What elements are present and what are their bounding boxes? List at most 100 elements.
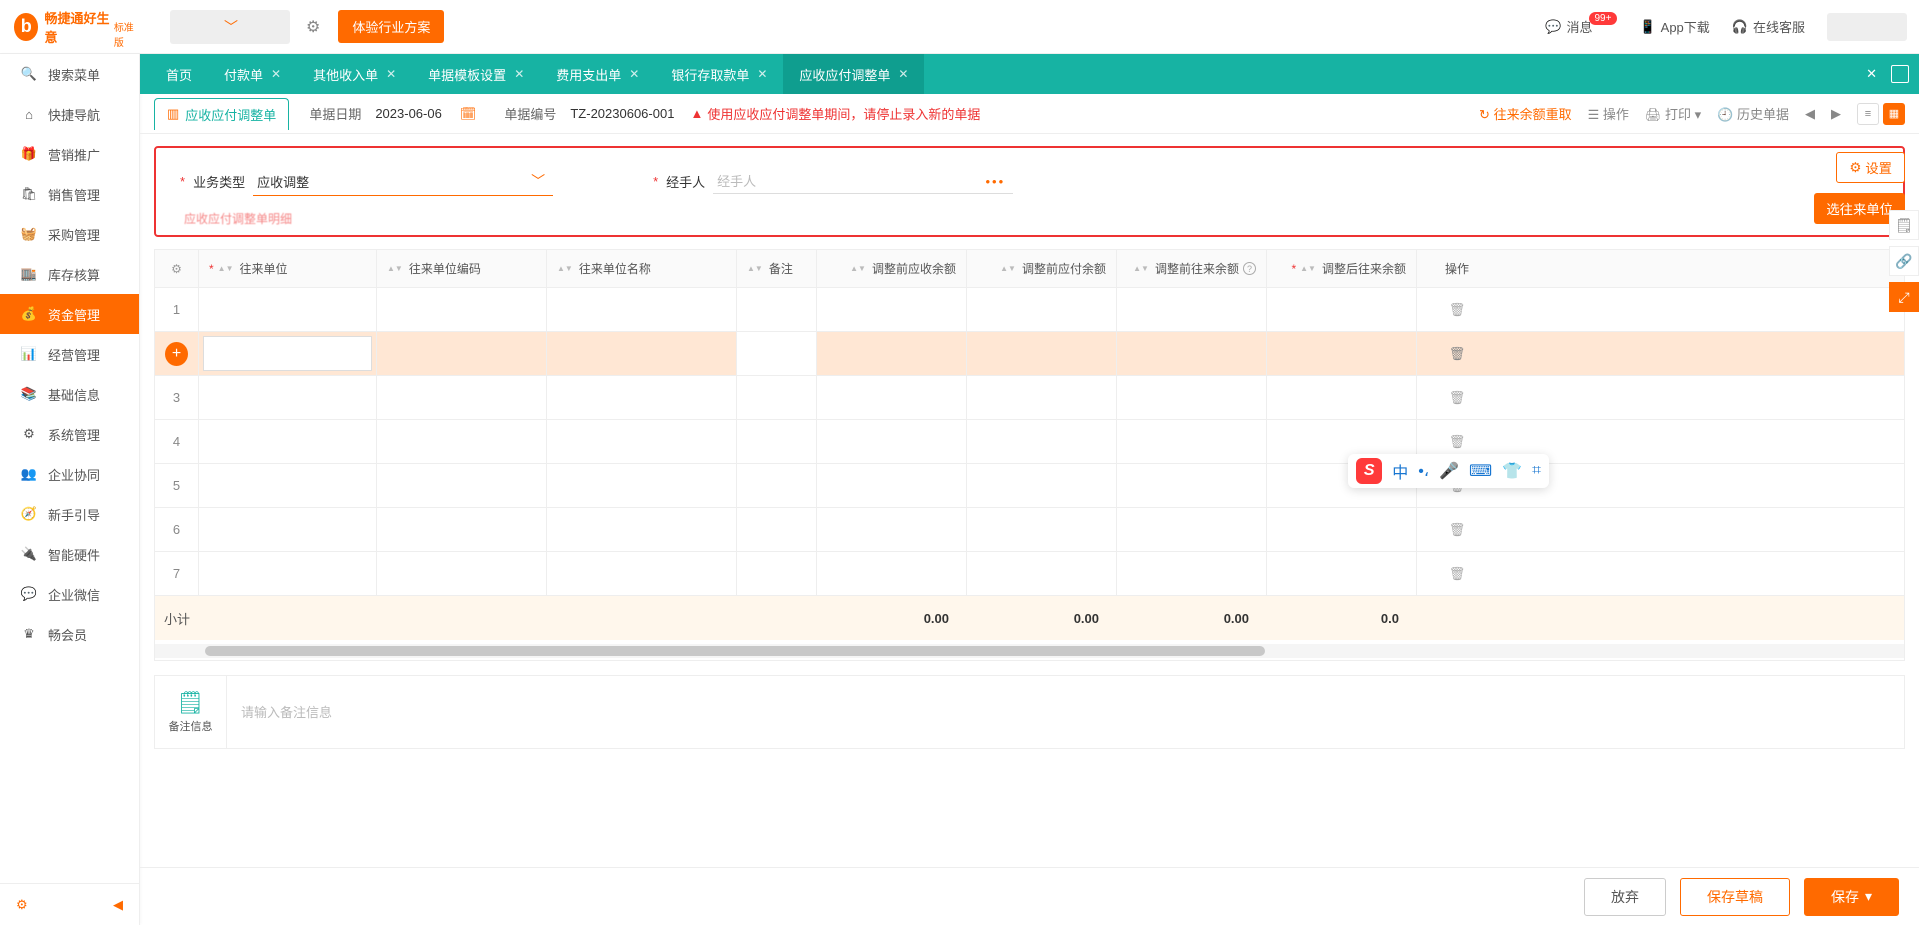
next-doc-icon[interactable]: ▶ [1831,106,1841,122]
cell-note[interactable] [737,508,817,551]
cell-name[interactable] [547,508,737,551]
tab[interactable]: 应收应付调整单✕ [783,54,924,94]
table-row[interactable]: 6🗑 [155,508,1904,552]
sidebar-item-wechat[interactable]: 💬企业微信 [0,574,139,614]
tab-close-icon[interactable]: ✕ [271,67,281,81]
cell-pre-bal[interactable] [1117,376,1267,419]
cell-pre-bal[interactable] [1117,508,1267,551]
col-post-bal[interactable]: ▲▼调整后往来余额 [1267,250,1417,287]
tab-close-all-icon[interactable]: ✕ [1866,66,1877,82]
cell-note[interactable] [737,376,817,419]
col-note[interactable]: ▲▼备注 [737,250,817,287]
view-list-icon[interactable]: ≡ [1857,103,1879,125]
tenant-selector[interactable]: ﹀ [170,10,290,44]
table-row[interactable]: 3🗑 [155,376,1904,420]
cell-code[interactable] [377,464,547,507]
calendar-icon[interactable]: 🗓 [460,106,477,122]
cell-note[interactable] [737,464,817,507]
cell-pre-recv[interactable] [817,376,967,419]
col-pre-recv[interactable]: ▲▼调整前应收余额 [817,250,967,287]
ime-skin-icon[interactable]: 👕 [1502,461,1522,481]
tab-close-icon[interactable]: ✕ [898,67,908,81]
table-hscrollbar[interactable] [155,644,1904,658]
add-row-icon[interactable]: + [165,342,188,366]
collapse-icon[interactable]: ◀ [113,897,123,913]
col-code[interactable]: ▲▼往来单位编码 [377,250,547,287]
col-unit[interactable]: ▲▼往来单位 [199,250,377,287]
operate-menu[interactable]: ☰ 操作 [1588,104,1629,123]
trial-button[interactable]: 体验行业方案 [338,10,444,43]
cell-unit[interactable] [199,552,377,595]
cell-name[interactable] [547,552,737,595]
gear-icon[interactable]: ⚙ [306,17,320,37]
cell-unit-input[interactable] [203,336,372,371]
cell-unit[interactable] [199,376,377,419]
col-name[interactable]: ▲▼往来单位名称 [547,250,737,287]
table-row[interactable]: 4🗑 [155,420,1904,464]
view-card-icon[interactable]: ▦ [1883,103,1905,125]
online-service-link[interactable]: 🎧 在线客服 [1732,17,1805,36]
tab-close-icon[interactable]: ✕ [757,67,767,81]
handler-input[interactable] [713,168,1013,194]
cell-code[interactable] [377,508,547,551]
ime-mic-icon[interactable]: 🎤 [1439,461,1459,481]
cell-pre-bal[interactable] [1117,464,1267,507]
ime-punct-icon[interactable]: •، [1418,461,1429,481]
cell-name[interactable] [547,420,737,463]
trash-icon[interactable]: 🗑 [1449,434,1466,450]
sidebar-item-hardware[interactable]: 🔌智能硬件 [0,534,139,574]
sidebar-item-cart[interactable]: 🛍销售管理 [0,174,139,214]
prev-doc-icon[interactable]: ◀ [1805,106,1815,122]
cell-pre-pay[interactable] [967,552,1117,595]
cell-code[interactable] [377,288,547,331]
cell-post-bal[interactable] [1267,376,1417,419]
abandon-button[interactable]: 放弃 [1584,878,1666,916]
biz-type-field[interactable]: * 业务类型 应收调整 ﹀ [180,166,553,196]
settings-icon[interactable]: ⚙ [16,897,28,913]
rail-attach-icon[interactable]: 🔗 [1889,246,1919,276]
cell-name[interactable] [547,464,737,507]
cell-pre-pay[interactable] [967,508,1117,551]
cell-note[interactable] [737,288,817,331]
trash-icon[interactable]: 🗑 [1449,522,1466,538]
cell-unit[interactable] [199,288,377,331]
sidebar-item-warehouse[interactable]: 🏬库存核算 [0,254,139,294]
sidebar-item-money[interactable]: 💰资金管理 [0,294,139,334]
ime-toolbar[interactable]: S 中 •، 🎤 ⌨ 👕 ⌗ [1348,454,1549,488]
sidebar-item-gift[interactable]: 🎁营销推广 [0,134,139,174]
settings-button[interactable]: ⚙设置 [1836,152,1905,183]
sidebar-item-bag[interactable]: 🧺采购管理 [0,214,139,254]
tab[interactable]: 其他收入单✕ [297,54,412,94]
cell-pre-bal[interactable] [1117,420,1267,463]
cell-code[interactable] [377,376,547,419]
cell-pre-pay[interactable] [967,464,1117,507]
history-link[interactable]: 🕘 历史单据 [1717,104,1789,123]
sidebar-item-guide[interactable]: 🧭新手引导 [0,494,139,534]
cell-name[interactable] [547,376,737,419]
date-value[interactable]: 2023-06-06 [375,106,442,121]
tab-close-icon[interactable]: ✕ [386,67,396,81]
cell-pre-recv[interactable] [817,508,967,551]
ime-toolbox-icon[interactable]: ⌗ [1532,462,1541,480]
cell-unit[interactable] [199,464,377,507]
col-pre-pay[interactable]: ▲▼调整前应付余额 [967,250,1117,287]
cell-unit[interactable] [199,420,377,463]
tab-fullscreen-icon[interactable] [1891,65,1909,83]
cell-post-bal[interactable] [1267,508,1417,551]
cell-pre-pay[interactable] [967,376,1117,419]
tab[interactable]: 单据模板设置✕ [412,54,540,94]
rail-expand-icon[interactable]: ⤢ [1889,282,1919,312]
ime-lang[interactable]: 中 [1392,459,1408,483]
save-button[interactable]: 保存▾ [1804,878,1899,916]
trash-icon[interactable]: 🗑 [1449,346,1466,362]
reset-balance-link[interactable]: ↻ 往来余额重取 [1479,104,1572,123]
cell-name[interactable] [547,288,737,331]
cell-pre-bal[interactable] [1117,288,1267,331]
cell-note[interactable] [737,420,817,463]
tab[interactable]: 首页 [150,54,208,94]
ime-keyboard-icon[interactable]: ⌨ [1469,461,1492,481]
cell-post-bal[interactable] [1267,552,1417,595]
cell-note[interactable] [737,552,817,595]
cell-pre-recv[interactable] [817,552,967,595]
table-row[interactable]: 7🗑 [155,552,1904,596]
